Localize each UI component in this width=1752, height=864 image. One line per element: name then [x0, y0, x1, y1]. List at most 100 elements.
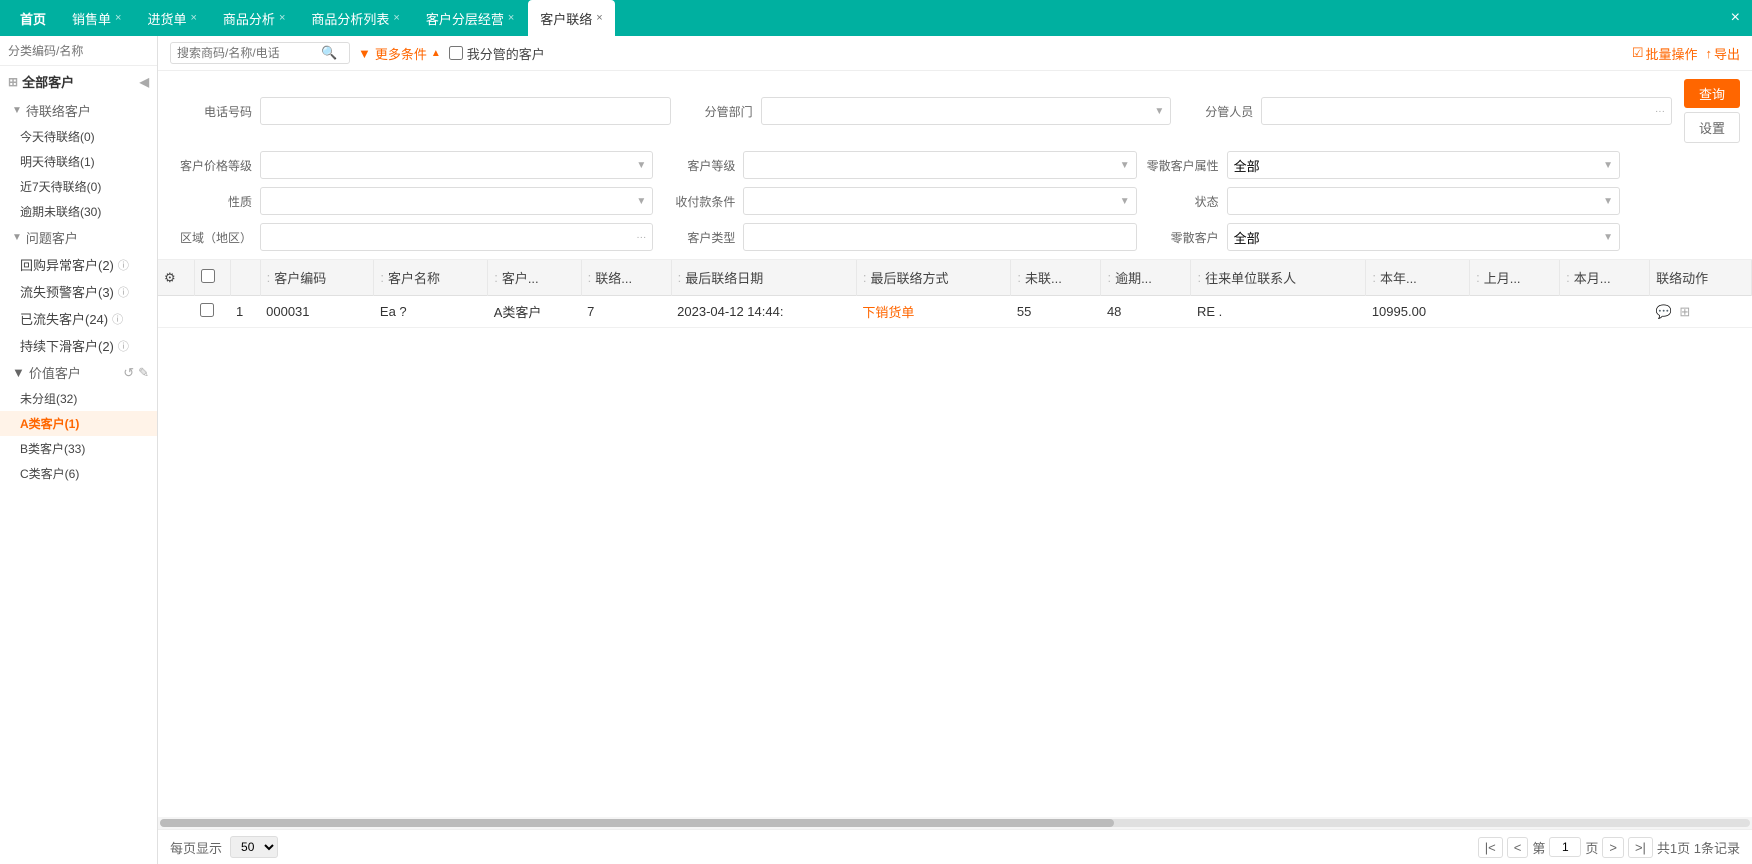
scrollbar-thumb[interactable]	[160, 819, 1114, 827]
td-code[interactable]: 000031	[260, 296, 374, 328]
th-checkbox[interactable]	[194, 260, 230, 296]
search-icon[interactable]: 🔍	[321, 45, 337, 61]
phone-input[interactable]	[260, 97, 671, 125]
dept-select[interactable]: ▼	[761, 97, 1172, 125]
batch-op-btn[interactable]: ☑ 批量操作	[1632, 44, 1698, 63]
th-this-month[interactable]: :本月...	[1560, 260, 1650, 296]
th-overdue[interactable]: :逾期...	[1101, 260, 1191, 296]
nav-tab-home[interactable]: 首页	[8, 0, 58, 36]
th-code[interactable]: :客户编码	[260, 260, 374, 296]
level-select[interactable]: ▼	[743, 151, 1136, 179]
sidebar-item-b-class[interactable]: B类客户(33)	[0, 436, 157, 461]
sidebar-item-repurchase-abnormal[interactable]: 回购异常客户(2) ⓘ	[0, 251, 157, 278]
search-box[interactable]: 🔍	[170, 42, 350, 64]
next-page-btn[interactable]: >	[1602, 837, 1624, 858]
nav-tab-product-list[interactable]: 商品分析列表 ×	[299, 0, 411, 36]
search-input[interactable]	[177, 46, 317, 60]
collapse-icon[interactable]: ◀	[140, 75, 149, 89]
per-page-select[interactable]: 50	[230, 836, 278, 858]
retail-customer-arrow: ▼	[1603, 232, 1613, 243]
edit-icon[interactable]: ✎	[138, 365, 149, 381]
filter-level: 客户等级 ▼	[653, 151, 1136, 179]
sidebar-item-tomorrow[interactable]: 明天待联络(1)	[0, 149, 157, 174]
retail-customer-select[interactable]: 全部 ▼	[1227, 223, 1620, 251]
th-no-contact[interactable]: :未联...	[1011, 260, 1101, 296]
first-page-btn[interactable]: |<	[1478, 837, 1503, 858]
nav-tab-purchase[interactable]: 进货单 ×	[135, 0, 208, 36]
close-customer-segment-icon[interactable]: ×	[508, 12, 514, 24]
td-checkbox[interactable]	[194, 296, 230, 328]
status-select[interactable]: ▼	[1227, 187, 1620, 215]
qr-icon[interactable]: ⊞	[1679, 304, 1690, 319]
nav-tab-customer-contact[interactable]: 客户联络 ×	[528, 0, 614, 36]
last-page-btn[interactable]: >|	[1628, 837, 1653, 858]
th-unit-contact[interactable]: :往来单位联系人	[1191, 260, 1366, 296]
td-overdue: 48	[1101, 296, 1191, 328]
close-purchase-icon[interactable]: ×	[190, 12, 196, 24]
close-sales-icon[interactable]: ×	[115, 12, 121, 24]
sidebar-item-today[interactable]: 今天待联络(0)	[0, 124, 157, 149]
th-last-contact-date[interactable]: :最后联络日期	[671, 260, 856, 296]
td-last-contact-method[interactable]: 下销货单	[856, 296, 1011, 328]
td-name[interactable]: Ea ?	[374, 296, 488, 328]
sidebar-item-overdue[interactable]: 逾期未联络(30)	[0, 199, 157, 224]
nav-tab-sales[interactable]: 销售单 ×	[60, 0, 133, 36]
contact-method-link[interactable]: 下销货单	[862, 305, 914, 320]
value-customers-group[interactable]: ▼ 价值客户 ↺ ✎	[0, 359, 157, 386]
refresh-icon[interactable]: ↺	[123, 365, 134, 381]
customer-type-select[interactable]	[743, 223, 1136, 251]
settings-icon[interactable]: ⚙	[164, 270, 176, 285]
retail-attr-select[interactable]: 全部 ▼	[1227, 151, 1620, 179]
query-btn[interactable]: 查询	[1684, 79, 1740, 108]
all-customers-header[interactable]: ⊞ 全部客户 ◀	[0, 66, 157, 97]
row-checkbox[interactable]	[200, 303, 214, 317]
nav-tab-customer-segment[interactable]: 客户分层经营 ×	[414, 0, 526, 36]
sidebar-item-churned[interactable]: 已流失客户(24) ⓘ	[0, 305, 157, 332]
my-customers-checkbox-label[interactable]: 我分管的客户	[449, 44, 545, 63]
close-product-list-icon[interactable]: ×	[393, 12, 399, 24]
sidebar-item-a-class[interactable]: A类客户(1)	[0, 411, 157, 436]
pending-contact-group[interactable]: ▼ 待联络客户	[0, 97, 157, 124]
nav-tab-product-analysis[interactable]: 商品分析 ×	[211, 0, 297, 36]
close-all-icon[interactable]: ×	[1731, 9, 1740, 27]
chat-icon[interactable]: 💬	[1656, 304, 1672, 319]
sidebar-item-c-class[interactable]: C类客户(6)	[0, 461, 157, 486]
td-actions: 💬 ⊞	[1650, 296, 1752, 328]
settings-btn[interactable]: 设置	[1684, 112, 1740, 143]
close-customer-contact-icon[interactable]: ×	[596, 12, 602, 24]
sidebar-item-churn-warning[interactable]: 流失预警客户(3) ⓘ	[0, 278, 157, 305]
select-all-checkbox[interactable]	[201, 269, 215, 283]
horizontal-scrollbar[interactable]	[158, 817, 1752, 829]
nav-tab-purchase-label: 进货单	[147, 9, 186, 28]
filter-person: 分管人员 ···	[1171, 97, 1672, 125]
td-rownum: 1	[230, 296, 260, 328]
problem-customers-arrow: ▼	[12, 232, 22, 243]
my-customers-checkbox[interactable]	[449, 46, 463, 60]
export-btn[interactable]: ↑ 导出	[1705, 44, 1740, 63]
th-name[interactable]: :客户名称	[374, 260, 488, 296]
sidebar-item-declining[interactable]: 持续下滑客户(2) ⓘ	[0, 332, 157, 359]
declining-label: 持续下滑客户(2)	[20, 336, 114, 355]
scrollbar-track[interactable]	[160, 819, 1750, 827]
th-last-contact-method[interactable]: :最后联络方式	[856, 260, 1011, 296]
person-select[interactable]: ···	[1261, 97, 1672, 125]
problem-customers-group[interactable]: ▼ 问题客户	[0, 224, 157, 251]
close-product-analysis-icon[interactable]: ×	[279, 12, 285, 24]
th-settings[interactable]: ⚙	[158, 260, 194, 296]
col-code-label: 客户编码	[274, 268, 326, 287]
price-level-select[interactable]: ▼	[260, 151, 653, 179]
nature-select[interactable]: ▼	[260, 187, 653, 215]
th-last-month[interactable]: :上月...	[1470, 260, 1560, 296]
sidebar-item-ungrouped[interactable]: 未分组(32)	[0, 386, 157, 411]
page-num-input[interactable]	[1549, 837, 1581, 857]
prev-page-btn[interactable]: <	[1507, 837, 1529, 858]
payment-select[interactable]: ▼	[743, 187, 1136, 215]
th-customer-type[interactable]: :客户...	[488, 260, 581, 296]
more-filter-btn[interactable]: ▼ 更多条件 ▲	[358, 44, 441, 63]
sidebar-search-input[interactable]	[8, 44, 158, 58]
sidebar-item-7days[interactable]: 近7天待联络(0)	[0, 174, 157, 199]
area-select[interactable]: ···	[260, 223, 653, 251]
th-contact-count[interactable]: :联络...	[581, 260, 671, 296]
th-this-year[interactable]: :本年...	[1366, 260, 1470, 296]
sidebar-search-box[interactable]: 🔍	[0, 36, 157, 66]
